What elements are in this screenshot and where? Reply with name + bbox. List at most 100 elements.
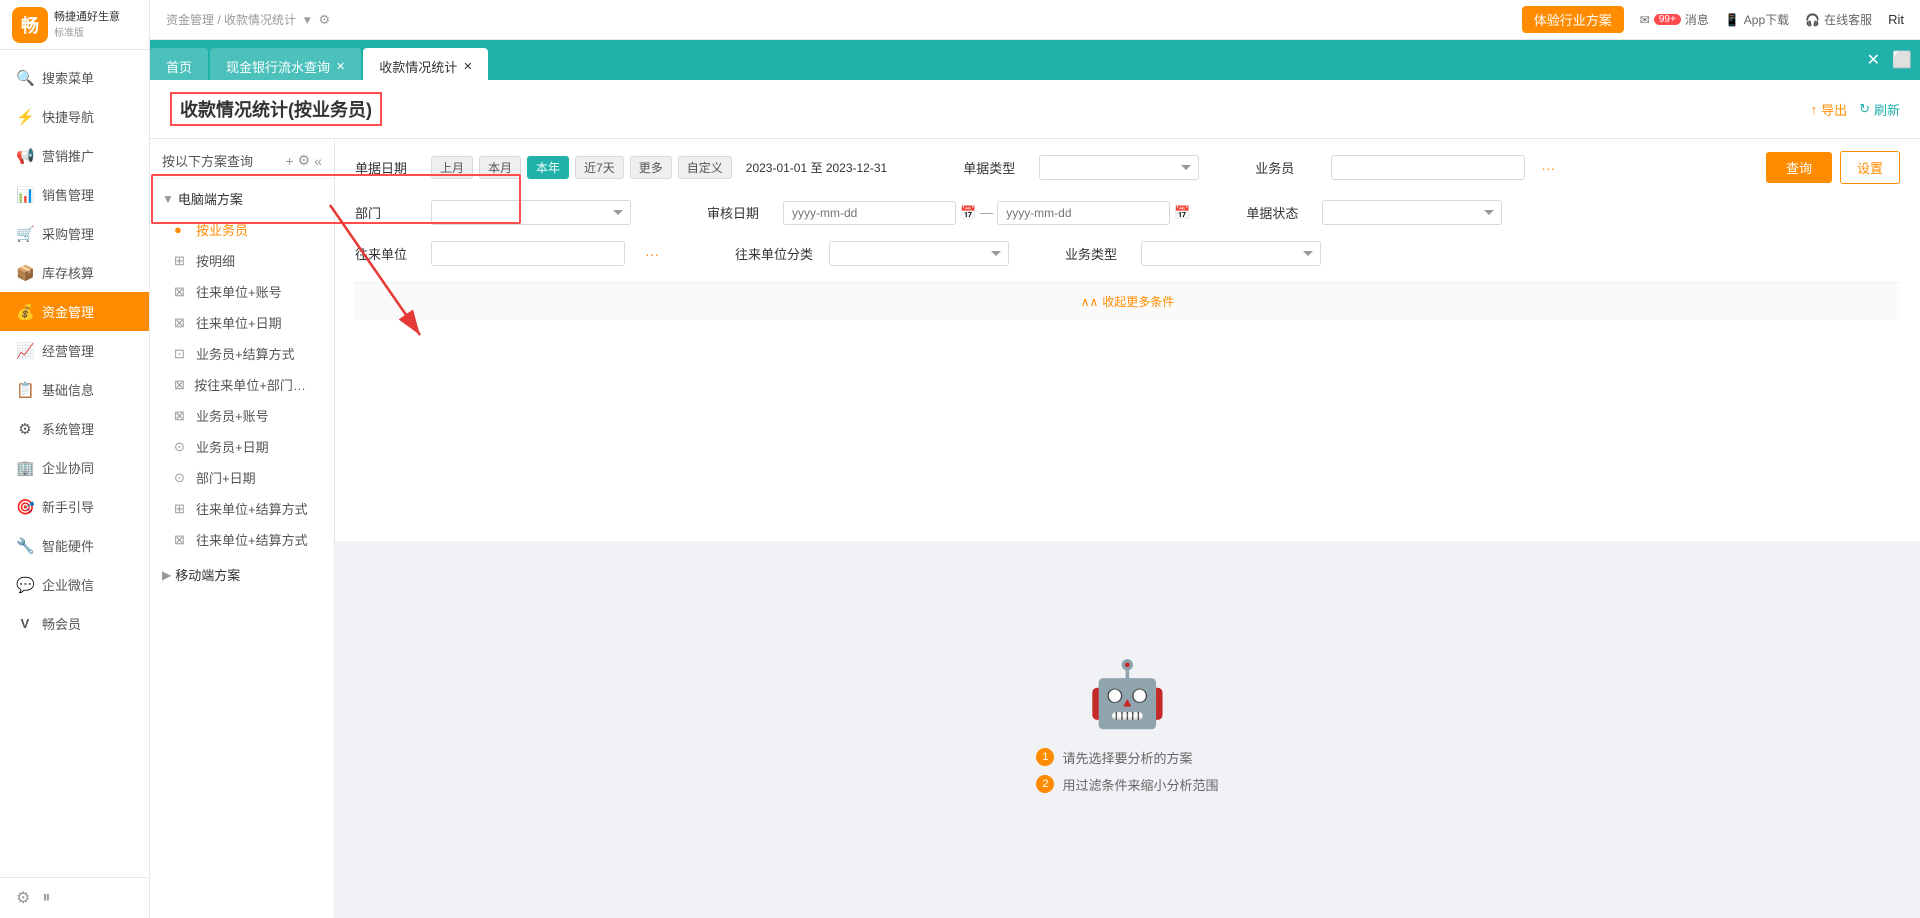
date-custom[interactable]: 自定义 [678,156,732,179]
date-last-month[interactable]: 上月 [431,156,473,179]
purchase-icon: 🛒 [16,225,34,243]
collapse-sidebar-icon[interactable]: ⏸ [42,889,50,907]
scheme-icon-sp-date: ⊙ [174,439,190,455]
page-header-actions: ↑ 导出 ↻ 刷新 [1811,100,1900,119]
scheme-settings-icon[interactable]: ⚙ [298,152,311,169]
sidebar-item-member[interactable]: V 畅会员 [0,604,149,643]
date-this-month[interactable]: 本月 [479,156,521,179]
scheme-icon-dept-date: ⊙ [174,470,190,486]
step-1-circle: 1 [1036,748,1054,766]
audit-date-to[interactable] [997,201,1170,225]
scheme-item-supplier-payment2[interactable]: ⊠ 往来单位+结算方式 [150,524,334,555]
scheme-icon-sp-account: ⊠ [174,408,190,424]
tab-receipt-stat-close[interactable]: ✕ [463,60,472,73]
salesperson-input[interactable] [1331,155,1525,180]
scheme-item-salesperson-account[interactable]: ⊠ 业务员+账号 [150,400,334,431]
tab-bar: 首页 现金银行流水查询 ✕ 收款情况统计 ✕ ✕ ⬜ [150,40,1920,80]
sidebar-item-finance[interactable]: 💰 资金管理 [0,292,149,331]
online-service-btn[interactable]: 🎧 在线客服 [1805,11,1872,28]
audit-date-label: 审核日期 [707,203,767,222]
scheme-item-supplier-payment1[interactable]: ⊞ 往来单位+结算方式 [150,493,334,524]
collapse-label: 收起更多条件 [1102,293,1174,310]
tab-bank-flow-close[interactable]: ✕ [336,60,345,73]
sidebar-item-inventory[interactable]: 📦 库存核算 [0,253,149,292]
date-last-7-days[interactable]: 近7天 [575,156,624,179]
sidebar-item-sales[interactable]: 📊 销售管理 [0,175,149,214]
audit-date-from[interactable] [783,201,956,225]
empty-step-2: 2 用过滤条件来缩小分析范围 [1036,775,1218,794]
logo-icon: 畅 [12,7,48,43]
tab-close-all-icon[interactable]: ✕ [1867,50,1880,70]
sidebar-item-purchase[interactable]: 🛒 采购管理 [0,214,149,253]
operations-icon: 📈 [16,342,34,360]
scheme-item-salesperson-date[interactable]: ⊙ 业务员+日期 [150,431,334,462]
scheme-icon-sp-payment: ⊡ [174,346,190,362]
date-more[interactable]: 更多 [630,156,672,179]
sidebar-item-quick-nav[interactable]: ⚡ 快捷导航 [0,97,149,136]
scheme-item-by-detail[interactable]: ⊞ 按明细 [150,245,334,276]
sales-icon: 📊 [16,186,34,204]
filter-panel: 单据日期 上月 本月 本年 近7天 更多 自定义 2023-01-01 至 20… [335,139,1920,541]
tab-receipt-stat[interactable]: 收款情况统计 ✕ [363,48,488,84]
user-name: Rit [1888,12,1904,27]
date-dash: — [980,205,993,220]
calendar-icon-to[interactable]: 📅 [1174,205,1190,221]
tab-maximize-icon[interactable]: ⬜ [1892,50,1912,70]
tab-bank-flow[interactable]: 现金银行流水查询 ✕ [210,48,361,84]
left-panel-actions: + ⚙ « [285,152,322,169]
sidebar-item-search-menu[interactable]: 🔍 搜索菜单 [0,58,149,97]
user-avatar[interactable]: Rit [1888,12,1904,27]
sidebar-item-enterprise-wechat[interactable]: 💬 企业微信 [0,565,149,604]
sidebar-item-system[interactable]: ⚙ 系统管理 [0,409,149,448]
scheme-item-salesperson-payment[interactable]: ⊡ 业务员+结算方式 [150,338,334,369]
mobile-scheme-group-header[interactable]: ▶ 移动端方案 [150,559,334,590]
desktop-scheme-group-header[interactable]: ▼ 电脑端方案 [150,183,334,214]
smart-hardware-icon: 🔧 [16,537,34,555]
counterpart-more-icon[interactable]: ··· [645,246,659,262]
header-left: 资金管理 / 收款情况统计 ▾ ⚙ [166,11,330,28]
export-button[interactable]: ↑ 导出 [1811,100,1848,119]
doc-type-select[interactable] [1039,155,1199,180]
sidebar-item-smart-hardware[interactable]: 🔧 智能硬件 [0,526,149,565]
doc-status-label: 单据状态 [1246,203,1306,222]
scheme-item-dept-date[interactable]: ⊙ 部门+日期 [150,462,334,493]
sidebar-footer: ⚙ ⏸ [0,877,149,918]
sidebar-item-marketing[interactable]: 📢 营销推广 [0,136,149,175]
sidebar-item-basic-info[interactable]: 📋 基础信息 [0,370,149,409]
scheme-item-supplier-date[interactable]: ⊠ 往来单位+日期 [150,307,334,338]
add-scheme-icon[interactable]: + [285,153,293,169]
date-label: 单据日期 [355,158,415,177]
salesperson-more-icon[interactable]: ··· [1541,160,1555,176]
sidebar-item-enterprise[interactable]: 🏢 企业协同 [0,448,149,487]
date-this-year[interactable]: 本年 [527,156,569,179]
app-download-btn[interactable]: 📱 App下载 [1725,11,1789,28]
dept-select[interactable] [431,200,631,225]
scheme-label-supplier-date: 往来单位+日期 [196,313,282,332]
dropdown-arrow-icon[interactable]: ▾ [304,12,311,28]
left-panel-header: 按以下方案查询 + ⚙ « [150,151,334,179]
refresh-button[interactable]: ↻ 刷新 [1859,100,1900,119]
sidebar-item-operations[interactable]: 📈 经营管理 [0,331,149,370]
settings-footer-icon[interactable]: ⚙ [16,888,30,908]
counterpart-input[interactable] [431,241,625,266]
counterpart-label: 往来单位 [355,244,415,263]
settings-button[interactable]: 设置 [1840,151,1900,184]
scheme-collapse-icon[interactable]: « [314,153,322,169]
message-btn[interactable]: ✉ 99+ 消息 [1640,11,1709,28]
scheme-item-supplier-account[interactable]: ⊠ 往来单位+账号 [150,276,334,307]
scheme-label-supplier-account: 往来单位+账号 [196,282,282,301]
doc-status-select[interactable] [1322,200,1502,225]
query-button[interactable]: 查询 [1766,152,1832,183]
tab-home[interactable]: 首页 [150,48,208,84]
trial-button[interactable]: 体验行业方案 [1522,6,1624,33]
business-type-select[interactable] [1141,241,1321,266]
scheme-item-supplier-dept[interactable]: ⊠ 按往来单位+部门+收... [150,369,334,400]
settings-icon[interactable]: ⚙ [319,12,331,28]
collapse-bar[interactable]: ∧∧ 收起更多条件 [355,282,1900,320]
top-header: 资金管理 / 收款情况统计 ▾ ⚙ 体验行业方案 ✉ 99+ 消息 📱 App下… [150,0,1920,40]
calendar-icon-from[interactable]: 📅 [960,205,976,221]
sidebar-item-guide[interactable]: 🎯 新手引导 [0,487,149,526]
scheme-item-by-salesperson[interactable]: ● 按业务员 [150,214,334,245]
left-panel: 按以下方案查询 + ⚙ « ▼ 电脑端方案 ● 按业务员 [150,139,335,918]
counterpart-category-select[interactable] [829,241,1009,266]
